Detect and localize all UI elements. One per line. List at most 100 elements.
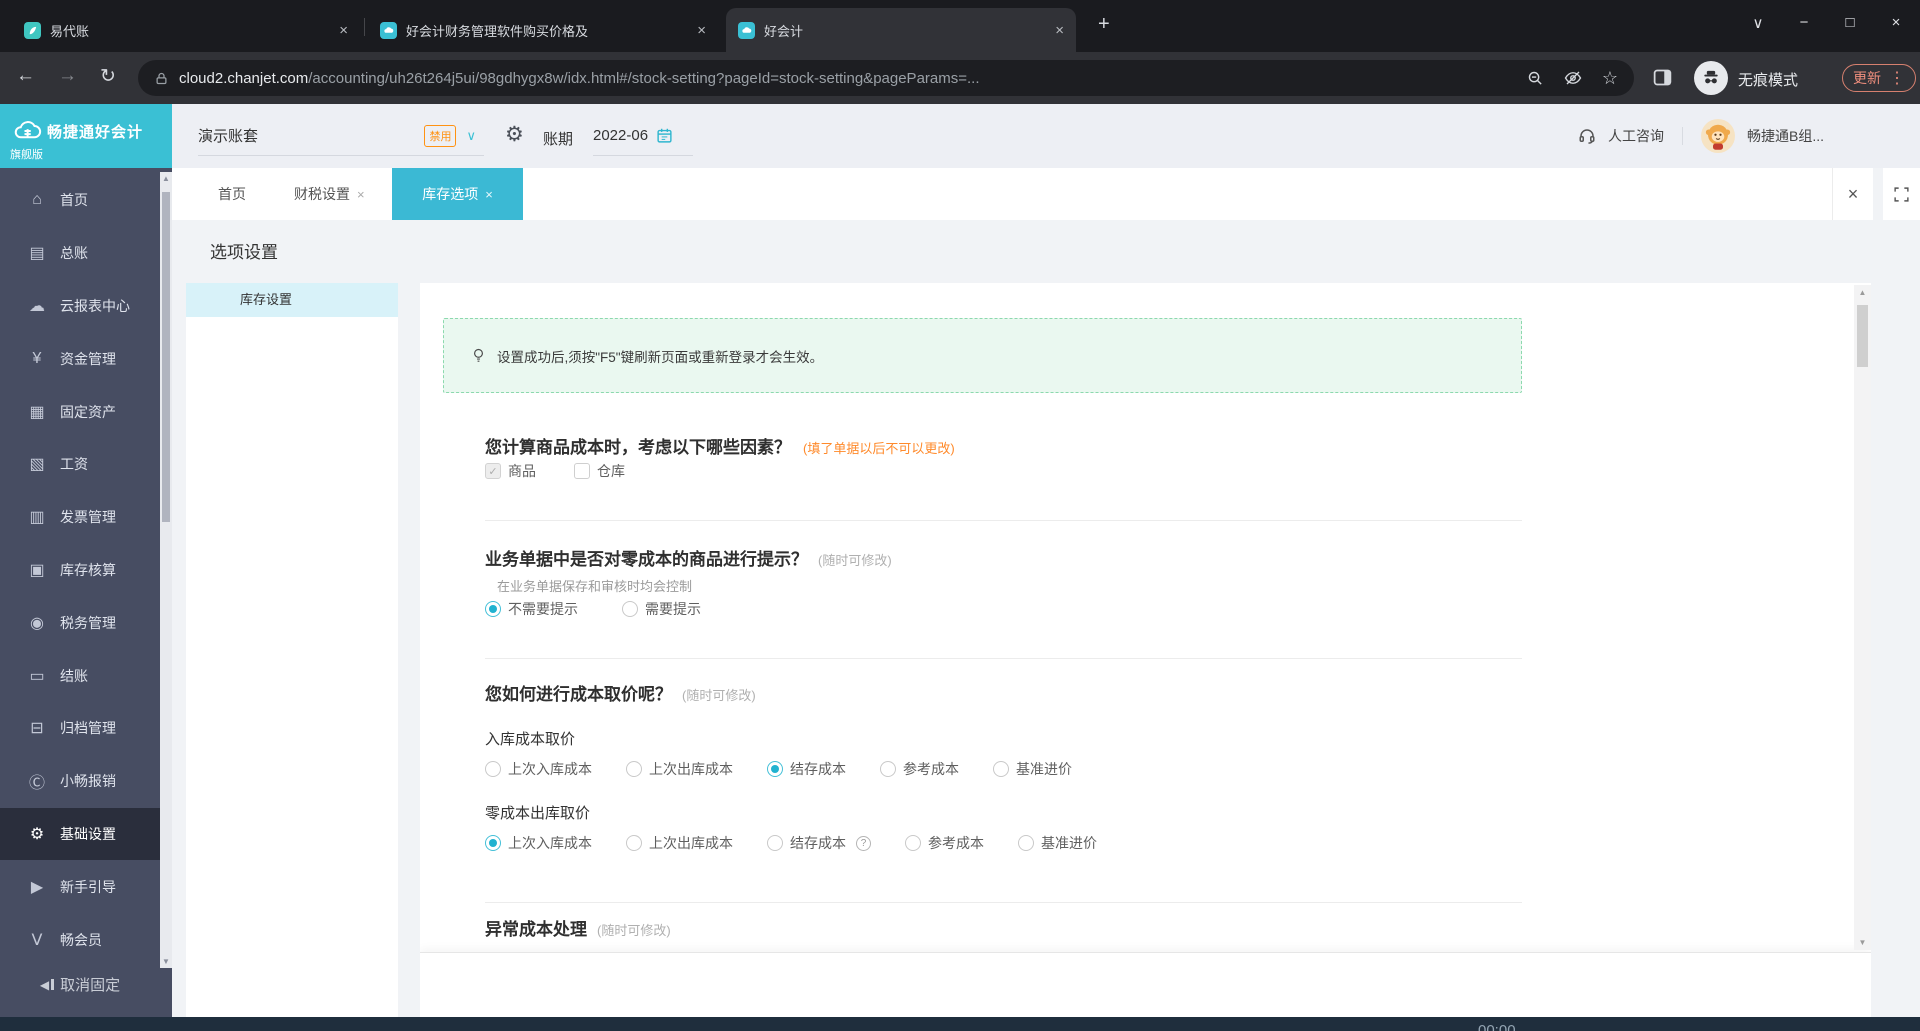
radio-unselected[interactable] — [626, 835, 642, 851]
tab-close-icon[interactable]: × — [357, 187, 365, 202]
close-all-tabs-button[interactable]: × — [1832, 168, 1873, 220]
radio-option-no-prompt[interactable]: 不需要提示 — [485, 599, 578, 619]
sidebar-item-payroll[interactable]: ▧ 工资 — [0, 438, 172, 491]
browser-update-button[interactable]: 更新 ⋮ — [1842, 64, 1916, 92]
app-sidebar: ⌂ 首页 ▤ 总账 ☁ 云报表中心 ¥ 资金管理 ▦ 固定资产 ▧ 工资 ▥ 发票管理 ▣ 库存… — [0, 168, 172, 1017]
settings-subnav: 库存设置 — [186, 283, 398, 1017]
window-close-icon[interactable]: × — [1874, 14, 1918, 31]
sidebar-item-label: 基础设置 — [60, 825, 116, 842]
sidebar-item-label: 工资 — [60, 456, 88, 473]
sidebar-item-basic-settings[interactable]: ⚙ 基础设置 — [0, 807, 172, 861]
checkbox-option-goods[interactable]: ✓ 商品 — [485, 461, 536, 481]
sidebar-item-fixed-assets[interactable]: ▦ 固定资产 — [0, 385, 172, 438]
page-tab-home[interactable]: 首页 — [218, 168, 246, 220]
back-icon[interactable]: ← — [16, 65, 35, 87]
sidebar-item-tax[interactable]: ◉ 税务管理 — [0, 596, 172, 649]
browser-tab-haokuaiji-active[interactable]: 好会计 × — [726, 8, 1076, 52]
radio-unselected[interactable] — [993, 761, 1009, 777]
url-bar[interactable]: cloud2.chanjet.com/accounting/uh26t264j5… — [138, 60, 1634, 96]
reload-icon[interactable]: ↻ — [100, 65, 116, 88]
sidebar-item-membership[interactable]: Ⅴ 畅会员 — [0, 913, 172, 966]
period-picker[interactable]: 2022-06 — [593, 116, 693, 156]
browser-menu-icon[interactable]: ⋮ — [1889, 68, 1905, 88]
radio-unselected[interactable] — [1018, 835, 1034, 851]
radio-option-base-price[interactable]: 基准进价 — [1018, 833, 1097, 853]
chevron-down-icon[interactable]: ∨ — [466, 128, 476, 144]
radio-selected[interactable] — [485, 835, 501, 851]
radio-unselected[interactable] — [626, 761, 642, 777]
page-tab-tax-settings[interactable]: 财税设置 × — [294, 168, 365, 220]
scroll-up-icon[interactable]: ▲ — [1854, 288, 1871, 297]
browser-tab-title: 好会计 — [764, 23, 804, 39]
support-link[interactable]: 人工咨询 — [1608, 126, 1664, 146]
window-minimize-icon[interactable]: − — [1782, 14, 1826, 31]
unpin-sidebar-button[interactable]: ◀ 取消固定 — [0, 974, 160, 995]
sidebar-item-cloud-reports[interactable]: ☁ 云报表中心 — [0, 280, 172, 333]
radio-unselected[interactable] — [485, 761, 501, 777]
checkbox-checked-disabled[interactable]: ✓ — [485, 463, 501, 479]
sidebar-item-funds[interactable]: ¥ 资金管理 — [0, 332, 172, 385]
scroll-down-icon[interactable]: ▼ — [1854, 938, 1871, 947]
radio-selected[interactable] — [767, 761, 783, 777]
radio-option-reference-cost[interactable]: 参考成本 — [905, 833, 984, 853]
eye-slash-icon[interactable] — [1564, 69, 1582, 87]
zero-cost-prompt-options: 不需要提示 需要提示 — [485, 599, 701, 619]
sidebar-item-home[interactable]: ⌂ 首页 — [0, 174, 172, 227]
radio-option-base-price[interactable]: 基准进价 — [993, 759, 1072, 779]
tab-close-icon[interactable]: × — [687, 22, 706, 39]
sidebar-item-archive[interactable]: ⊟ 归档管理 — [0, 702, 172, 755]
scrollbar-thumb[interactable] — [162, 192, 170, 522]
inbound-pricing-options: 上次入库成本 上次出库成本 结存成本 参考成本 基准进价 — [485, 759, 1072, 779]
radio-option-last-outbound-cost[interactable]: 上次出库成本 — [626, 833, 733, 853]
building-icon: ▦ — [29, 403, 45, 421]
sidebar-item-general-ledger[interactable]: ▤ 总账 — [0, 227, 172, 280]
radio-unselected[interactable] — [767, 835, 783, 851]
bookmark-star-icon[interactable]: ☆ — [1602, 68, 1618, 89]
scroll-up-icon[interactable]: ▲ — [160, 174, 172, 183]
radio-option-last-inbound-cost[interactable]: 上次入库成本 — [485, 759, 592, 779]
radio-unselected[interactable] — [880, 761, 896, 777]
radio-option-need-prompt[interactable]: 需要提示 — [622, 599, 701, 619]
sidebar-item-inventory[interactable]: ▣ 库存核算 — [0, 544, 172, 597]
sidebar-item-beginner-guide[interactable]: ▶ 新手引导 — [0, 860, 172, 913]
window-menu-icon[interactable]: ∨ — [1736, 14, 1780, 32]
calendar-icon[interactable] — [656, 127, 673, 144]
checkbox-option-warehouse[interactable]: 仓库 — [574, 461, 625, 481]
tab-close-icon[interactable]: × — [329, 22, 348, 39]
tab-close-icon[interactable]: × — [485, 187, 493, 202]
help-icon[interactable]: ? — [856, 835, 871, 851]
radio-option-last-inbound-cost[interactable]: 上次入库成本 — [485, 833, 592, 853]
window-restore-icon[interactable]: □ — [1828, 14, 1872, 31]
fullscreen-button[interactable] — [1883, 168, 1920, 220]
forward-icon[interactable]: → — [58, 65, 77, 87]
checkbox-unchecked[interactable] — [574, 463, 590, 479]
page-tab-stock-options[interactable]: 库存选项 × — [392, 168, 523, 220]
sidebar-item-expense[interactable]: Ⓒ 小畅报销 — [0, 755, 172, 808]
radio-option-balance-cost[interactable]: 结存成本 ? — [767, 833, 871, 853]
username[interactable]: 畅捷通B组... — [1747, 126, 1824, 146]
radio-option-reference-cost[interactable]: 参考成本 — [880, 759, 959, 779]
account-set-select[interactable]: 演示账套 禁用 ∨ — [198, 116, 484, 156]
settings-gear-icon[interactable]: ⚙ — [505, 122, 524, 147]
radio-option-balance-cost[interactable]: 结存成本 — [767, 759, 846, 779]
subnav-item-stock-settings[interactable]: 库存设置 — [186, 283, 398, 317]
sidebar-item-closing[interactable]: ▭ 结账 — [0, 649, 172, 702]
radio-unselected[interactable] — [905, 835, 921, 851]
panel-scrollbar[interactable]: ▲ ▼ — [1854, 285, 1871, 950]
side-panel-icon[interactable] — [1652, 67, 1673, 94]
settings-panel: 设置成功后,须按"F5"键刷新页面或重新登录才会生效。 您计算商品成本时，考虑以… — [420, 283, 1871, 1017]
radio-selected[interactable] — [485, 601, 501, 617]
browser-tab-haokuaiji-pricing[interactable]: 好会计财务管理软件购买价格及 × — [368, 8, 718, 52]
scrollbar-thumb[interactable] — [1857, 305, 1868, 367]
new-tab-button[interactable]: + — [1098, 13, 1110, 36]
sidebar-item-invoices[interactable]: ▥ 发票管理 — [0, 491, 172, 544]
radio-unselected[interactable] — [622, 601, 638, 617]
sidebar-scrollbar[interactable]: ▲ ▼ — [160, 172, 172, 968]
option-label: 上次出库成本 — [649, 835, 733, 851]
scroll-down-icon[interactable]: ▼ — [160, 957, 172, 966]
radio-option-last-outbound-cost[interactable]: 上次出库成本 — [626, 759, 733, 779]
avatar[interactable] — [1700, 119, 1735, 153]
browser-tab-yidaizhang[interactable]: 易代账 × — [12, 8, 360, 52]
tab-close-icon[interactable]: × — [1045, 22, 1064, 39]
zoom-out-icon[interactable] — [1527, 70, 1544, 87]
